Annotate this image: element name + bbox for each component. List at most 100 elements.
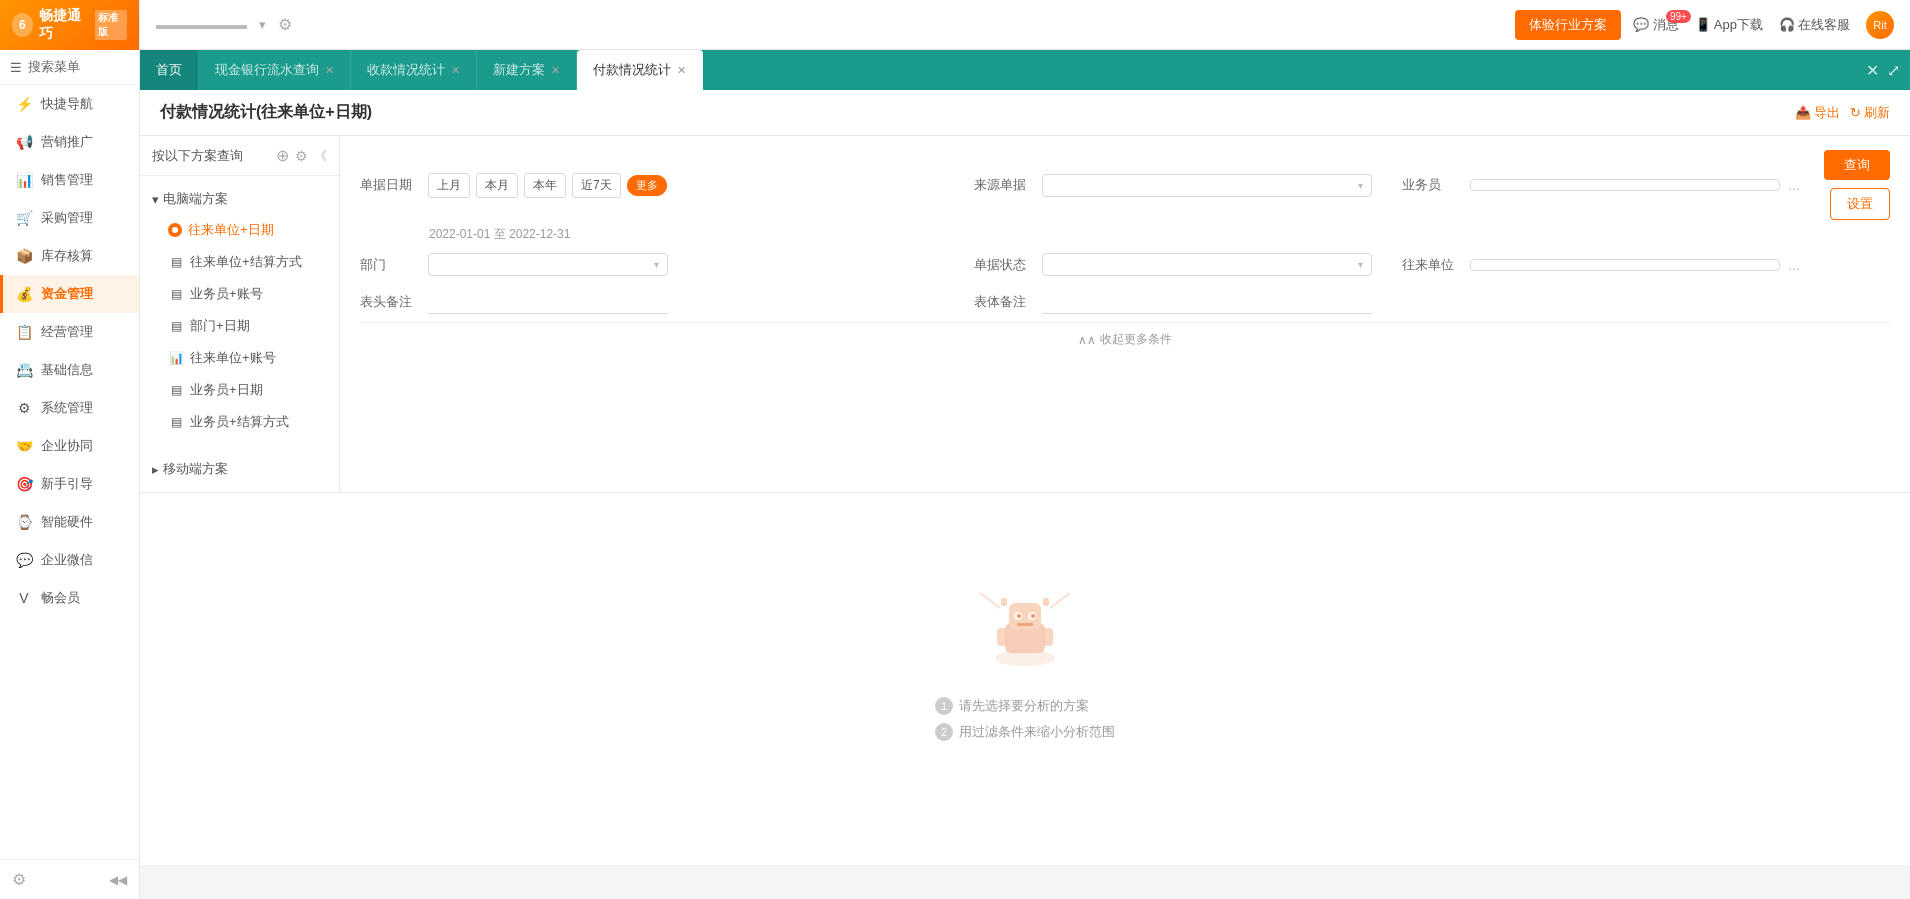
body-note-input[interactable] xyxy=(1042,290,1372,314)
sidebar-item-sales[interactable]: 📊 销售管理 xyxy=(0,161,139,199)
salesperson-more-icon[interactable]: ... xyxy=(1788,177,1800,193)
app-download-button[interactable]: 📱 App下载 xyxy=(1695,16,1763,34)
sidebar-item-weixin[interactable]: 💬 企业微信 xyxy=(0,541,139,579)
scheme-list-item[interactable]: ▤部门+日期 xyxy=(140,310,339,342)
close-tab-icon[interactable]: ✕ xyxy=(1866,61,1879,80)
settings-icon[interactable]: ⚙ xyxy=(278,15,292,34)
online-service-button[interactable]: 🎧 在线客服 xyxy=(1779,16,1850,34)
source-select[interactable]: ▾ xyxy=(1042,174,1372,197)
scheme-list-item[interactable]: ▤业务员+结算方式 xyxy=(140,406,339,438)
nav-icon-weixin: 💬 xyxy=(15,551,33,569)
trial-button[interactable]: 体验行业方案 xyxy=(1515,10,1621,40)
body-note-label: 表体备注 xyxy=(974,293,1034,311)
tab-close-receipt[interactable]: ✕ xyxy=(451,64,460,77)
sidebar-item-marketing[interactable]: 📢营销推广 xyxy=(0,123,139,161)
message-button[interactable]: 💬 消息 99+ xyxy=(1633,16,1679,34)
filter-form: 单据日期 上月 本月 本年 近7天 更多 来源单据 xyxy=(340,136,1910,492)
setting-button[interactable]: 设置 xyxy=(1830,188,1890,220)
hint-item-1: 1 请先选择要分析的方案 xyxy=(935,693,1115,719)
search-menu-item[interactable]: ☰ 搜索菜单 xyxy=(0,50,139,85)
scheme-radio-icon xyxy=(168,223,182,237)
sidebar-item-member[interactable]: V畅会员 xyxy=(0,579,139,617)
sidebar-header: 6 畅捷通巧 标准版 xyxy=(0,0,139,50)
sidebar-item-enterprise[interactable]: 🤝企业协同 xyxy=(0,427,139,465)
sidebar-item-quick-nav[interactable]: ⚡快捷导航 xyxy=(0,85,139,123)
tab-new-scheme[interactable]: 新建方案 ✕ xyxy=(477,50,577,90)
query-button[interactable]: 查询 xyxy=(1824,150,1890,180)
svg-line-13 xyxy=(1050,593,1070,608)
date-btn-last-month[interactable]: 上月 xyxy=(428,173,470,198)
nav-icon-sales: 📊 xyxy=(15,171,33,189)
nav-label-sales: 销售管理 xyxy=(41,171,93,189)
expand-tab-icon[interactable]: ⤢ xyxy=(1887,61,1900,80)
refresh-button[interactable]: ↻ 刷新 xyxy=(1850,104,1890,122)
sidebar-item-basic-info[interactable]: 📇基础信息 xyxy=(0,351,139,389)
date-btn-this-year[interactable]: 本年 xyxy=(524,173,566,198)
date-btn-this-month[interactable]: 本月 xyxy=(476,173,518,198)
sidebar-item-purchase[interactable]: 🛒采购管理 xyxy=(0,199,139,237)
tab-receipt[interactable]: 收款情况统计 ✕ xyxy=(351,50,477,90)
user-avatar[interactable]: Rit xyxy=(1866,11,1894,39)
tab-home[interactable]: 首页 xyxy=(140,50,199,90)
scheme-section-arrow: ▸ xyxy=(152,462,159,477)
nav-label-hardware: 智能硬件 xyxy=(41,513,93,531)
tab-close-payment-stat[interactable]: ✕ xyxy=(677,64,686,77)
export-button[interactable]: 📤 导出 xyxy=(1795,104,1840,122)
scheme-settings-icon[interactable]: ⚙ xyxy=(295,148,308,164)
svg-rect-2 xyxy=(997,628,1007,646)
collapse-filter-bar[interactable]: ∧∧ 收起更多条件 xyxy=(360,322,1890,356)
partner-select[interactable] xyxy=(1470,259,1780,271)
tab-close-cashflow[interactable]: ✕ xyxy=(325,64,334,77)
doc-status-select[interactable]: ▾ xyxy=(1042,253,1372,276)
tab-cashflow[interactable]: 现金银行流水查询 ✕ xyxy=(199,50,351,90)
logo-icon: 6 xyxy=(12,13,33,37)
header-note-input[interactable] xyxy=(428,290,668,314)
sidebar-item-system[interactable]: ⚙系统管理 xyxy=(0,389,139,427)
scheme-list: ▾电脑端方案往来单位+日期 ▤往来单位+结算方式▤业务员+账号▤部门+日期📊往来单… xyxy=(140,176,339,492)
scheme-collapse-icon[interactable]: 《 xyxy=(314,147,327,165)
scheme-section: ▸移动端方案 xyxy=(140,446,339,492)
settings-footer-icon[interactable]: ⚙ xyxy=(12,870,26,889)
svg-point-8 xyxy=(1031,614,1035,618)
dept-arrow-icon: ▾ xyxy=(654,259,659,270)
scheme-list-item[interactable]: ▤业务员+日期 xyxy=(140,374,339,406)
sidebar-item-finance[interactable]: 💰资金管理 xyxy=(0,275,139,313)
svg-point-7 xyxy=(1017,614,1021,618)
tab-label-home: 首页 xyxy=(156,61,182,79)
date-btn-more[interactable]: 更多 xyxy=(627,175,667,196)
scheme-list-item[interactable]: 📊往来单位+账号 xyxy=(140,342,339,374)
docstatus-arrow-icon: ▾ xyxy=(1358,259,1363,270)
nav-icon-finance: 💰 xyxy=(15,285,33,303)
page-header: 付款情况统计(往来单位+日期) 📤 导出 ↻ 刷新 xyxy=(140,90,1910,136)
nav-icon-quick-nav: ⚡ xyxy=(15,95,33,113)
scheme-section-title[interactable]: ▸移动端方案 xyxy=(140,454,339,484)
sidebar-item-operation[interactable]: 📋经营管理 xyxy=(0,313,139,351)
scheme-panel: 按以下方案查询 ⊕ ⚙ 《 ▾电脑端方案往来单位+日期▤往来单位+结算方式▤业务… xyxy=(140,136,340,492)
filter-header-note-field: 表头备注 xyxy=(360,290,944,314)
sidebar-item-guide[interactable]: 🎯新手引导 xyxy=(0,465,139,503)
collapse-sidebar-icon[interactable]: ◀◀ xyxy=(109,873,127,887)
tab-close-new-scheme[interactable]: ✕ xyxy=(551,64,560,77)
sidebar-nav: ⚡快捷导航📢营销推广 📊 销售管理 🛒采购管理📦库存核算💰资金管理📋经营管理📇基础信息… xyxy=(0,85,139,617)
service-label: 在线客服 xyxy=(1798,16,1850,34)
scheme-list-item[interactable]: ▤业务员+账号 xyxy=(140,278,339,310)
dept-select[interactable]: ▾ xyxy=(428,253,668,276)
table-icon: ▤ xyxy=(168,254,184,270)
sidebar-item-hardware[interactable]: ⌚智能硬件 xyxy=(0,503,139,541)
tab-payment-stat[interactable]: 付款情况统计 ✕ xyxy=(577,50,703,90)
scheme-section-title[interactable]: ▾电脑端方案 xyxy=(140,184,339,214)
sidebar-item-inventory[interactable]: 📦库存核算 xyxy=(0,237,139,275)
scheme-list-item[interactable]: 往来单位+日期 xyxy=(140,214,339,246)
page-title: 付款情况统计(往来单位+日期) xyxy=(160,102,372,123)
salesperson-select[interactable] xyxy=(1470,179,1780,191)
date-btn-7days[interactable]: 近7天 xyxy=(572,173,621,198)
scheme-list-item[interactable]: ▤往来单位+结算方式 xyxy=(140,246,339,278)
dept-label: 部门 xyxy=(360,256,420,274)
add-scheme-icon[interactable]: ⊕ xyxy=(276,146,289,165)
filter-row-1: 单据日期 上月 本月 本年 近7天 更多 来源单据 xyxy=(360,150,1890,220)
partner-more-icon[interactable]: ... xyxy=(1788,257,1800,273)
nav-label-weixin: 企业微信 xyxy=(41,551,93,569)
scheme-item-label: 往来单位+日期 xyxy=(188,221,274,239)
dropdown-arrow-icon[interactable]: ▾ xyxy=(259,17,266,32)
export-label: 导出 xyxy=(1814,104,1840,122)
